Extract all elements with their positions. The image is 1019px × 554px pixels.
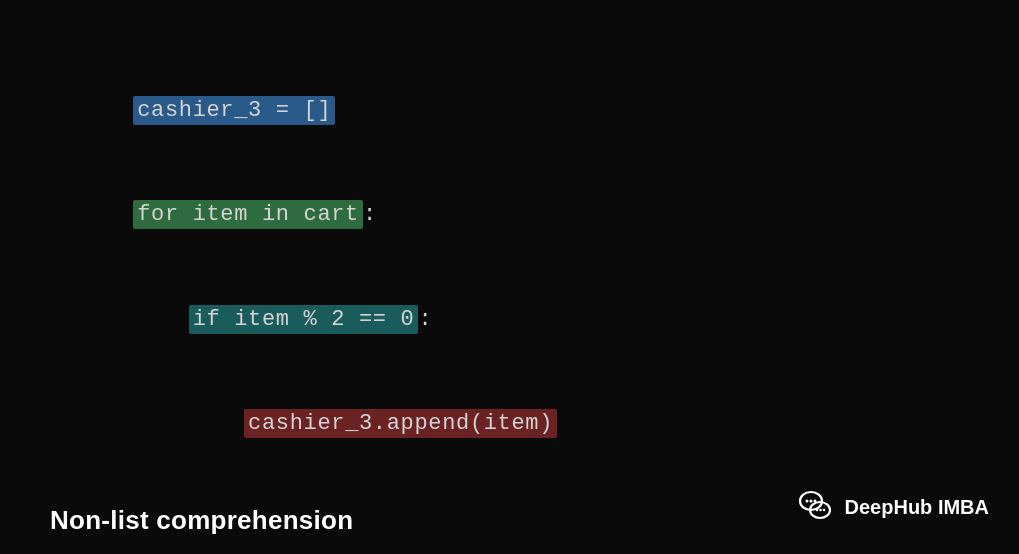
svg-point-6 <box>819 509 822 512</box>
code-colon-1: : <box>363 202 377 227</box>
code-highlight-blue-1: cashier_3 = [] <box>133 96 335 125</box>
watermark-text: DeepHub IMBA <box>845 496 989 519</box>
code-line-3: if item % 2 == 0: <box>50 269 969 371</box>
code-highlight-green-1: for item in cart <box>133 200 363 229</box>
wechat-icon <box>797 488 835 526</box>
code-highlight-darkred-1: cashier_3.append(item) <box>244 409 557 438</box>
code-line-1: cashier_3 = [] <box>50 60 969 162</box>
svg-point-2 <box>809 500 812 503</box>
watermark: DeepHub IMBA <box>797 488 989 526</box>
code-highlight-teal-1: if item % 2 == 0 <box>189 305 419 334</box>
code-indent-2 <box>133 411 244 436</box>
svg-point-1 <box>805 500 808 503</box>
code-line-4: cashier_3.append(item) <box>50 373 969 475</box>
main-container: cashier_3 = [] for item in cart: if item… <box>0 0 1019 554</box>
code-line-2: for item in cart: <box>50 164 969 266</box>
wechat-svg <box>797 488 835 526</box>
svg-point-5 <box>815 509 818 512</box>
svg-point-7 <box>822 509 825 512</box>
code-block-nonlist: cashier_3 = [] for item in cart: if item… <box>50 60 969 477</box>
code-colon-2: : <box>418 307 432 332</box>
code-indent-1 <box>133 307 188 332</box>
